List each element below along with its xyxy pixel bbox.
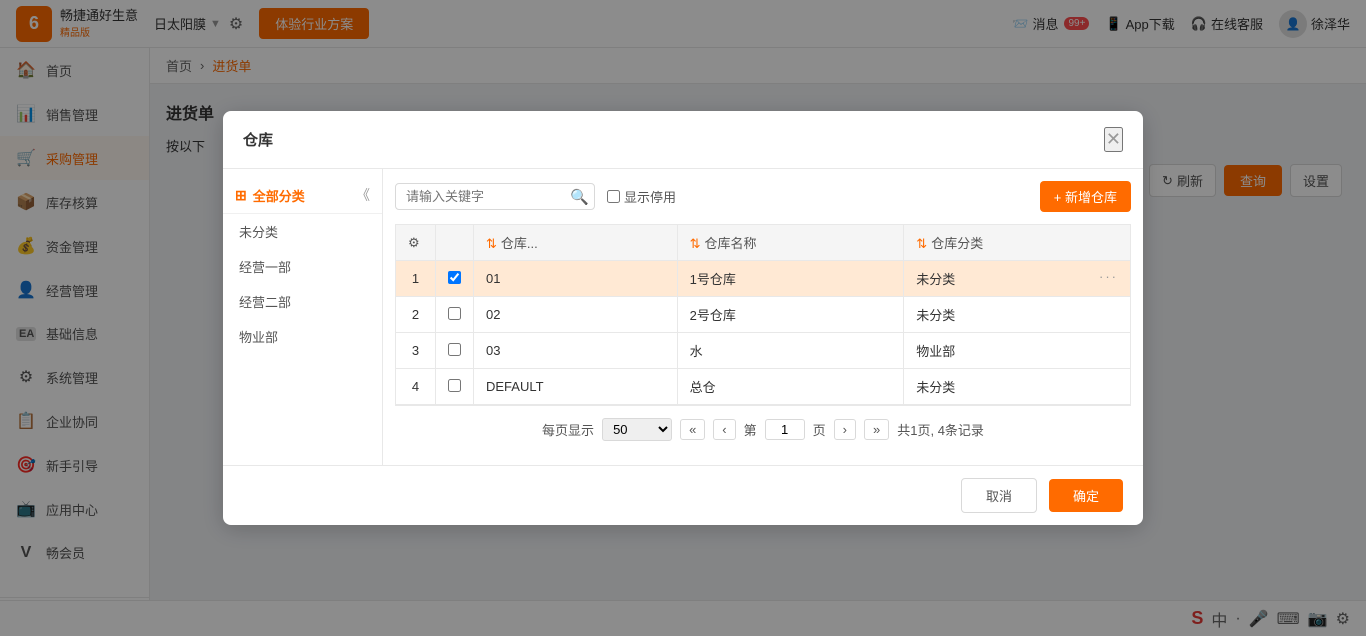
modal-body: ⊞ 全部分类 《 未分类 经营一部 经营二部 物业部 🔍 bbox=[223, 169, 1143, 465]
category-header: ⊞ 全部分类 《 bbox=[223, 177, 382, 214]
category-tree: ⊞ 全部分类 《 未分类 经营一部 经营二部 物业部 bbox=[223, 169, 383, 465]
modal-footer: 取消 确定 bbox=[223, 465, 1143, 525]
row-checkbox-cell[interactable] bbox=[436, 297, 474, 333]
row-category-cell: 物业部 bbox=[904, 333, 1131, 369]
page-input[interactable] bbox=[765, 419, 805, 440]
modal-title: 仓库 bbox=[243, 129, 273, 150]
modal-header: 仓库 ✕ bbox=[223, 111, 1143, 169]
row-category-cell: 未分类 bbox=[904, 297, 1131, 333]
category-item-business1[interactable]: 经营一部 bbox=[223, 249, 382, 284]
th-check bbox=[436, 225, 474, 261]
warehouse-table: ⚙ ⇅仓库... ⇅仓库名称 ⇅仓库分类 1 01 1号仓库 未分类··· 2 bbox=[395, 224, 1131, 405]
pagination: 每页显示 50 100 « ‹ 第 页 › » 共1页, 4条记录 bbox=[395, 405, 1131, 453]
row-checkbox-cell[interactable] bbox=[436, 333, 474, 369]
cancel-button[interactable]: 取消 bbox=[961, 478, 1037, 513]
row-checkbox-cell[interactable] bbox=[436, 369, 474, 405]
category-item-property[interactable]: 物业部 bbox=[223, 319, 382, 354]
total-label: 共1页, 4条记录 bbox=[897, 420, 984, 439]
row-index-cell: 1 bbox=[396, 261, 436, 297]
per-page-select[interactable]: 50 100 bbox=[602, 418, 672, 441]
row-code-cell: 02 bbox=[474, 297, 678, 333]
th-gear: ⚙ bbox=[396, 225, 436, 261]
search-wrap: 🔍 bbox=[395, 183, 595, 210]
confirm-button[interactable]: 确定 bbox=[1049, 479, 1123, 512]
row-name-cell: 水 bbox=[677, 333, 904, 369]
category-header-label: 全部分类 bbox=[253, 186, 305, 205]
grid-icon: ⊞ bbox=[235, 187, 247, 204]
show-disabled-checkbox[interactable] bbox=[607, 190, 620, 203]
row-code-cell: DEFAULT bbox=[474, 369, 678, 405]
row-name-cell: 总仓 bbox=[677, 369, 904, 405]
row-index-cell: 3 bbox=[396, 333, 436, 369]
modal-close-button[interactable]: ✕ bbox=[1104, 127, 1123, 152]
th-category: ⇅仓库分类 bbox=[904, 225, 1131, 261]
category-collapse-button[interactable]: 《 bbox=[356, 185, 370, 205]
table-row[interactable]: 3 03 水 物业部 bbox=[396, 333, 1131, 369]
table-row[interactable]: 4 DEFAULT 总仓 未分类 bbox=[396, 369, 1131, 405]
row-name-cell: 2号仓库 bbox=[677, 297, 904, 333]
show-disabled-label[interactable]: 显示停用 bbox=[607, 187, 676, 206]
row-checkbox-cell[interactable] bbox=[436, 261, 474, 297]
last-page-button[interactable]: » bbox=[864, 419, 889, 440]
table-row[interactable]: 1 01 1号仓库 未分类··· bbox=[396, 261, 1131, 297]
row-code-cell: 01 bbox=[474, 261, 678, 297]
th-name: ⇅仓库名称 bbox=[677, 225, 904, 261]
modal-overlay: 仓库 ✕ ⊞ 全部分类 《 未分类 经营一部 经营二部 物业部 bbox=[0, 0, 1366, 636]
row-category-cell: 未分类 bbox=[904, 369, 1131, 405]
page-label: 第 bbox=[744, 420, 757, 439]
next-page-button[interactable]: › bbox=[834, 419, 856, 440]
table-area: 🔍 显示停用 + 新增仓库 ⚙ bbox=[383, 169, 1143, 465]
row-index-cell: 4 bbox=[396, 369, 436, 405]
search-icon-button[interactable]: 🔍 bbox=[570, 188, 589, 206]
first-page-button[interactable]: « bbox=[680, 419, 705, 440]
category-item-business2[interactable]: 经营二部 bbox=[223, 284, 382, 319]
category-item-unclassified[interactable]: 未分类 bbox=[223, 214, 382, 249]
page-suffix: 页 bbox=[813, 420, 826, 439]
table-scroll: ⚙ ⇅仓库... ⇅仓库名称 ⇅仓库分类 1 01 1号仓库 未分类··· 2 bbox=[395, 224, 1131, 405]
table-toolbar: 🔍 显示停用 + 新增仓库 bbox=[395, 181, 1131, 212]
row-category-cell: 未分类··· bbox=[904, 261, 1131, 297]
prev-page-button[interactable]: ‹ bbox=[713, 419, 735, 440]
row-name-cell: 1号仓库 bbox=[677, 261, 904, 297]
row-index-cell: 2 bbox=[396, 297, 436, 333]
add-warehouse-button[interactable]: + 新增仓库 bbox=[1040, 181, 1131, 212]
table-row[interactable]: 2 02 2号仓库 未分类 bbox=[396, 297, 1131, 333]
warehouse-modal: 仓库 ✕ ⊞ 全部分类 《 未分类 经营一部 经营二部 物业部 bbox=[223, 111, 1143, 525]
row-code-cell: 03 bbox=[474, 333, 678, 369]
search-input[interactable] bbox=[395, 183, 595, 210]
th-code: ⇅仓库... bbox=[474, 225, 678, 261]
per-page-label: 每页显示 bbox=[542, 420, 594, 439]
